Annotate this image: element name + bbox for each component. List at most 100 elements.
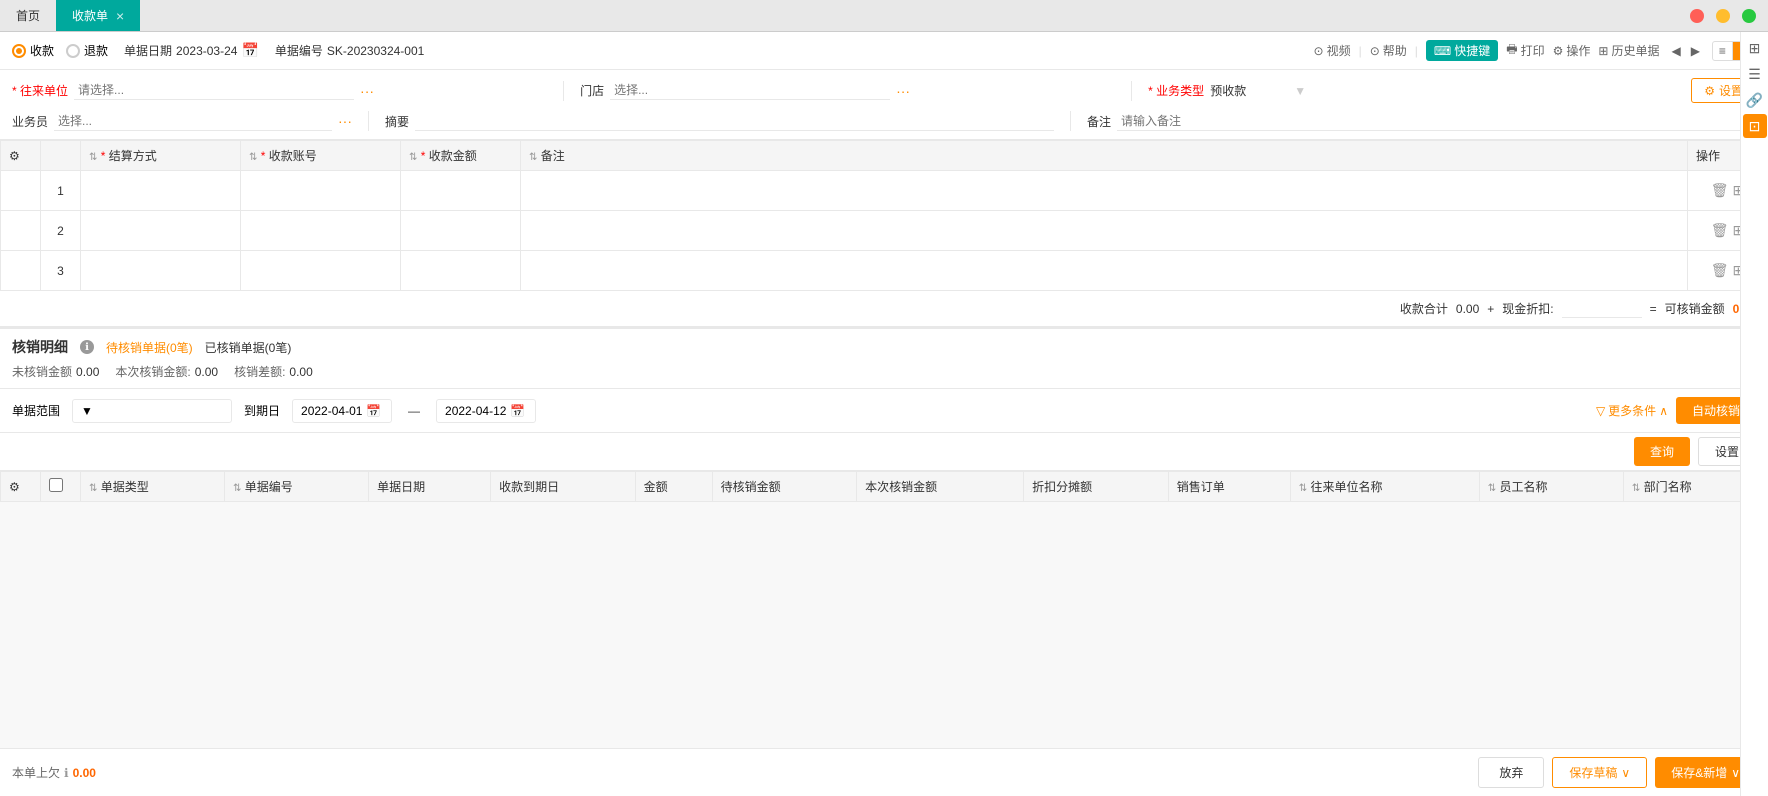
table-settings-icon[interactable]: ⚙	[9, 149, 20, 163]
partner-label: 往来单位	[12, 82, 68, 99]
writeoff-header: 核销明细 ℹ 待核销单据(0笔) 已核销单据(0笔) 未核销金额 0.00 本次…	[0, 329, 1768, 389]
more-conditions-arrow-icon: ∧	[1659, 404, 1668, 418]
note-label: 备注	[1087, 113, 1111, 130]
video-btn[interactable]: ⊙ 视频	[1314, 42, 1351, 59]
refund-radio[interactable]: 退款	[66, 42, 108, 59]
row3-account-cell[interactable]	[241, 251, 401, 291]
row1-note-cell[interactable]	[521, 171, 1688, 211]
print-btn[interactable]: 🖶 打印	[1506, 40, 1544, 61]
row3-amount-cell[interactable]	[401, 251, 521, 291]
date-from-input[interactable]: 2022-04-01 📅	[292, 399, 392, 423]
col-type-label: 单据类型	[101, 480, 149, 494]
abandon-btn[interactable]: 放弃	[1478, 757, 1544, 788]
row1-settings-cell	[1, 171, 41, 211]
col-staff-header: ⇅ 员工名称	[1479, 472, 1623, 502]
shortcut-btn[interactable]: ⌨ 快捷键	[1426, 40, 1498, 61]
nav-prev-btn[interactable]: ◀	[1667, 42, 1684, 60]
staff-field-group: 业务员 ···	[12, 112, 352, 131]
bottom-right: 放弃 保存草稿 ∨ 保存&新增 ∨	[1478, 757, 1756, 788]
ops-btn[interactable]: ⚙ 操作	[1553, 42, 1591, 59]
row3-settings-cell	[1, 251, 41, 291]
top-toolbar: 收款 退款 单据日期 2023-03-24 📅 单据编号 SK-20230324…	[0, 32, 1768, 70]
window-close-btn[interactable]	[1690, 9, 1704, 23]
receipt-radio-label: 收款	[30, 42, 54, 59]
main-area: 收款 退款 单据日期 2023-03-24 📅 单据编号 SK-20230324…	[0, 32, 1768, 796]
col-pending-header: 待核销金额	[712, 472, 857, 502]
tab-home[interactable]: 首页	[0, 0, 56, 31]
done-tab[interactable]: 已核销单据(0笔)	[205, 339, 292, 356]
row3-note-cell[interactable]	[521, 251, 1688, 291]
col-pending-label: 待核销金额	[721, 480, 781, 494]
window-max-btn[interactable]	[1742, 9, 1756, 23]
store-input[interactable]	[610, 81, 890, 100]
row1-account-cell[interactable]	[241, 171, 401, 211]
biz-type-dropdown[interactable]: 预收款 ▼	[1210, 82, 1306, 99]
sidebar-table-icon[interactable]: ⊞	[1743, 36, 1767, 60]
store-more-icon[interactable]: ···	[896, 83, 910, 99]
note-input[interactable]	[1117, 112, 1756, 131]
col-current-label: 本次核销金额	[865, 480, 937, 494]
tab-receipt[interactable]: 收款单 ×	[56, 0, 140, 31]
range-select[interactable]: ▼	[72, 399, 232, 423]
partner-more-icon[interactable]: ···	[360, 83, 374, 99]
view-list-btn[interactable]: ≡	[1713, 42, 1733, 60]
row2-note-cell[interactable]	[521, 211, 1688, 251]
print-label: 打印	[1521, 42, 1545, 59]
discount-input[interactable]	[1562, 299, 1642, 318]
writeoff-title-row: 核销明细 ℹ 待核销单据(0笔) 已核销单据(0笔)	[12, 337, 1756, 357]
row2-delete-icon[interactable]: 🗑	[1711, 222, 1729, 239]
date-separator: —	[408, 404, 420, 418]
form-row-2: 业务员 ··· 摘要 备注	[12, 111, 1756, 131]
save-btn-label: 保存&新增	[1671, 764, 1727, 781]
writeoff-info-icon[interactable]: ℹ	[80, 340, 94, 354]
col-discount-label: 折扣分摊额	[1032, 480, 1092, 494]
partner-input[interactable]	[74, 81, 354, 100]
pending-tab[interactable]: 待核销单据(0笔)	[106, 339, 193, 356]
writeoff-section: 核销明细 ℹ 待核销单据(0笔) 已核销单据(0笔) 未核销金额 0.00 本次…	[0, 327, 1768, 748]
help-btn[interactable]: ⊙ 帮助	[1370, 42, 1407, 59]
staff-input[interactable]	[54, 112, 332, 131]
row2-num-cell: 2	[41, 211, 81, 251]
select-all-checkbox[interactable]	[49, 478, 63, 492]
history-label: 历史单据	[1611, 42, 1659, 59]
date-to-input[interactable]: 2022-04-12 📅	[436, 399, 536, 423]
filter-right: ▽ 更多条件 ∧ 自动核销	[1596, 397, 1756, 424]
row2-amount-cell[interactable]	[401, 211, 521, 251]
query-btn[interactable]: 查询	[1634, 437, 1690, 466]
sidebar-link-icon[interactable]: 🔗	[1743, 88, 1767, 112]
table-settings-gear-icon[interactable]: ⚙	[9, 480, 20, 494]
sort-method-icon: ⇅	[89, 152, 97, 163]
bottom-info-icon[interactable]: ℹ	[64, 766, 69, 780]
sidebar-list-icon[interactable]: ☰	[1743, 62, 1767, 86]
col-due-header: 收款到期日	[491, 472, 636, 502]
col-num-header	[41, 141, 81, 171]
tab-close-icon[interactable]: ×	[116, 8, 124, 24]
row2-method-cell[interactable]	[81, 211, 241, 251]
doc-num-field: 单据编号 SK-20230324-001	[275, 42, 424, 59]
receipt-radio[interactable]: 收款	[12, 42, 54, 59]
row2-account-cell[interactable]	[241, 211, 401, 251]
doc-nav: ◀ ▶	[1667, 42, 1703, 60]
nav-next-btn[interactable]: ▶	[1687, 42, 1704, 60]
row3-method-cell[interactable]	[81, 251, 241, 291]
range-select-arrow-icon: ▼	[81, 404, 93, 418]
draft-btn[interactable]: 保存草稿 ∨	[1552, 757, 1647, 788]
row3-delete-icon[interactable]: 🗑	[1711, 262, 1729, 279]
date-calendar-icon[interactable]: 📅	[241, 42, 258, 59]
biz-type-group: 业务类型 预收款 ▼	[1148, 82, 1683, 99]
table-row: 1 🗑 ⊞	[1, 171, 1768, 211]
col-partner-header: ⇅ 往来单位名称	[1290, 472, 1479, 502]
staff-more-icon[interactable]: ···	[338, 113, 352, 129]
summary-input[interactable]	[415, 112, 1054, 131]
window-min-btn[interactable]	[1716, 9, 1730, 23]
more-conditions-btn[interactable]: ▽ 更多条件 ∧	[1596, 402, 1668, 419]
help-icon: ⊙	[1370, 44, 1380, 58]
row1-method-cell[interactable]	[81, 171, 241, 211]
toolbar-right: ⊙ 视频 | ⊙ 帮助 | ⌨ 快捷键 🖶 打印	[1314, 40, 1757, 61]
col-amount-header: ⇅ * 收款金额	[401, 141, 521, 171]
row1-amount-cell[interactable]	[401, 171, 521, 211]
history-btn[interactable]: ⊞ 历史单据	[1598, 42, 1659, 59]
row1-delete-icon[interactable]: 🗑	[1711, 182, 1729, 199]
sidebar-edit-icon[interactable]: ⊡	[1743, 114, 1767, 138]
receipt-type-group: 收款 退款	[12, 42, 108, 59]
